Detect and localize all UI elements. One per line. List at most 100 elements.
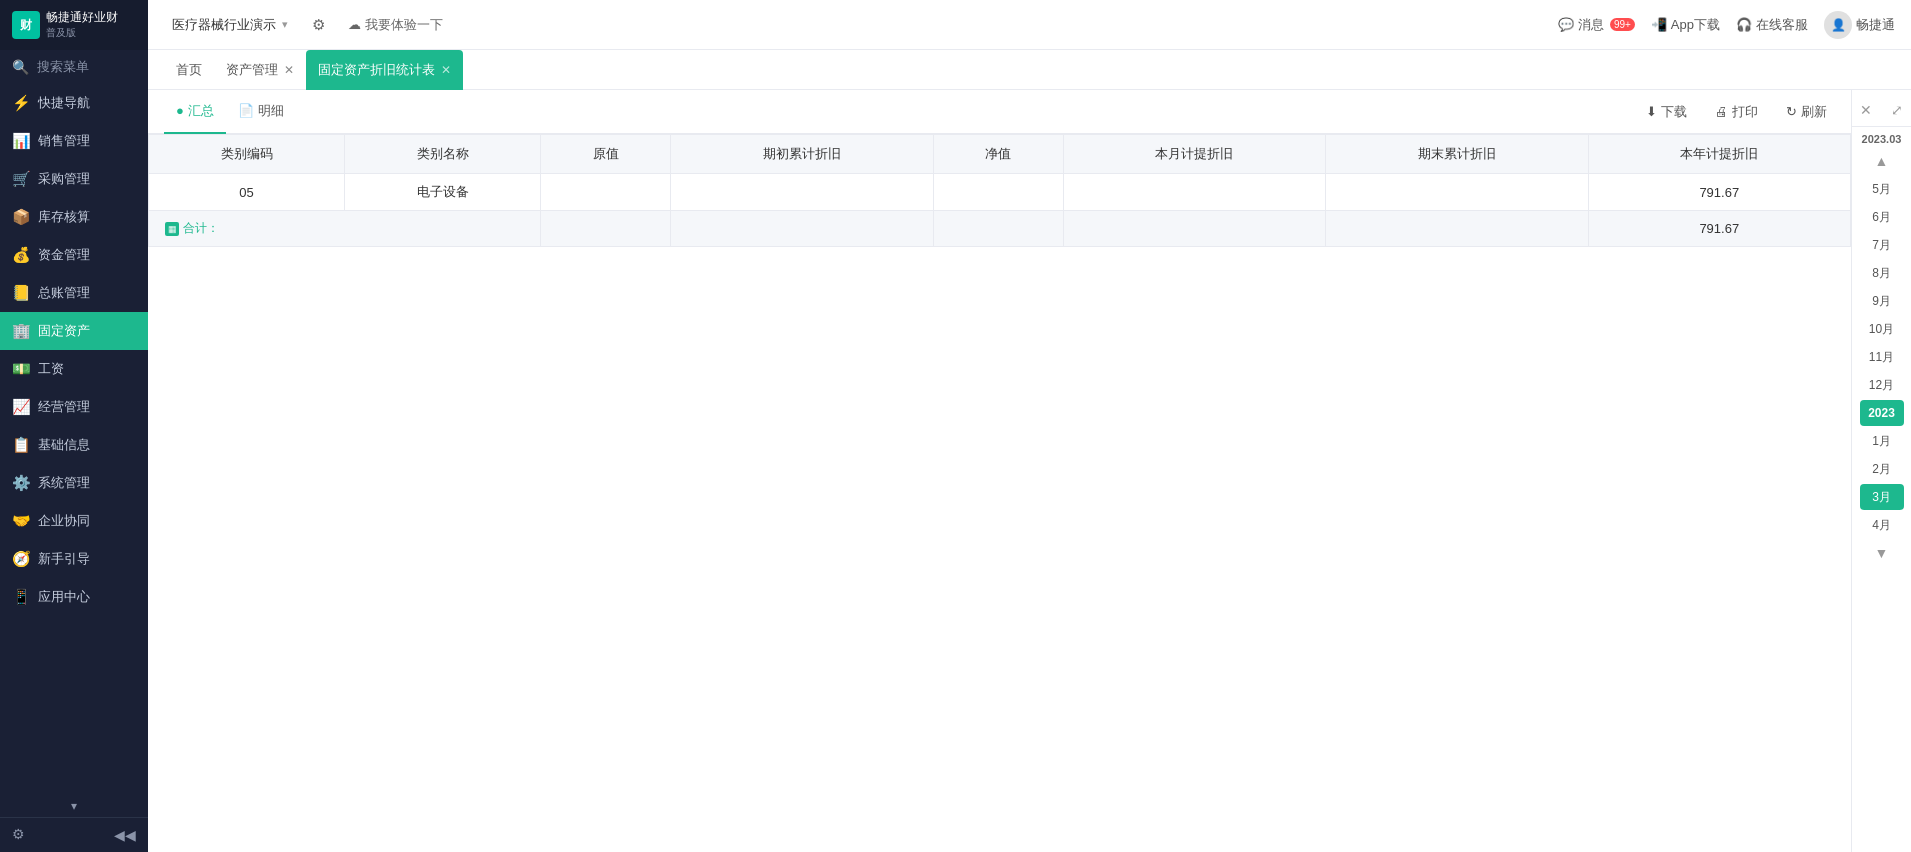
sidebar-item-label: 库存核算 xyxy=(38,208,90,226)
year-marker-2023[interactable]: 2023 xyxy=(1860,400,1904,426)
user-profile[interactable]: 👤 畅捷通 xyxy=(1824,11,1895,39)
tab-asset-mgmt-close-icon[interactable]: ✕ xyxy=(284,63,294,77)
col-net-value: 净值 xyxy=(933,135,1063,174)
sidebar-item-guide[interactable]: 🧭 新手引导 xyxy=(0,540,148,578)
sidebar-item-fund[interactable]: 💰 资金管理 xyxy=(0,236,148,274)
tab-depreciation-report[interactable]: 固定资产折旧统计表 ✕ xyxy=(306,50,463,90)
sub-tab-detail[interactable]: 📄 明细 xyxy=(226,90,296,134)
sidebar-item-purchase[interactable]: 🛒 采购管理 xyxy=(0,160,148,198)
sidebar: 财 畅捷通好业财 普及版 🔍 搜索菜单 ⚡ 快捷导航 📊 销售管理 🛒 采购管理… xyxy=(0,0,148,852)
sidebar-item-inventory[interactable]: 📦 库存核算 xyxy=(0,198,148,236)
month-3[interactable]: 3月 xyxy=(1860,484,1904,510)
sidebar-item-fixed-assets[interactable]: 🏢 固定资产 xyxy=(0,312,148,350)
print-label: 打印 xyxy=(1732,103,1758,121)
total-label-cell: ▦ 合计： xyxy=(149,211,541,247)
sidebar-item-app-center[interactable]: 📱 应用中心 xyxy=(0,578,148,616)
customer-service-label: 在线客服 xyxy=(1756,16,1808,34)
tab-home-label: 首页 xyxy=(176,61,202,79)
download-button[interactable]: ⬇ 下载 xyxy=(1638,99,1695,125)
download-label: 下载 xyxy=(1661,103,1687,121)
operations-icon: 📈 xyxy=(12,398,30,416)
month-12[interactable]: 12月 xyxy=(1860,372,1904,398)
header-settings-icon[interactable]: ⚙ xyxy=(304,11,332,39)
sidebar-item-operations[interactable]: 📈 经营管理 xyxy=(0,388,148,426)
table-row: 05 电子设备 791.67 xyxy=(149,174,1851,211)
tab-home[interactable]: 首页 xyxy=(164,50,214,90)
sidebar-scroll-down[interactable]: ▾ xyxy=(0,795,148,817)
app-download-button[interactable]: 📲 App下载 xyxy=(1651,16,1720,34)
print-button[interactable]: 🖨 打印 xyxy=(1707,99,1766,125)
col-original: 原值 xyxy=(541,135,671,174)
month-5[interactable]: 5月 xyxy=(1860,176,1904,202)
guide-icon: 🧭 xyxy=(12,550,30,568)
month-4[interactable]: 4月 xyxy=(1860,512,1904,538)
refresh-button[interactable]: ↻ 刷新 xyxy=(1778,99,1835,125)
sidebar-item-label: 经营管理 xyxy=(38,398,90,416)
sidebar-item-system[interactable]: ⚙️ 系统管理 xyxy=(0,464,148,502)
total-year-deprec: 791.67 xyxy=(1588,211,1850,247)
trial-label: 我要体验一下 xyxy=(365,16,443,34)
month-2[interactable]: 2月 xyxy=(1860,456,1904,482)
month-8[interactable]: 8月 xyxy=(1860,260,1904,286)
print-icon: 🖨 xyxy=(1715,104,1728,119)
panel-scroll-down[interactable]: ▼ xyxy=(1868,539,1896,567)
avatar: 👤 xyxy=(1824,11,1852,39)
trial-button[interactable]: ☁ 我要体验一下 xyxy=(348,16,443,34)
sidebar-logo: 财 畅捷通好业财 普及版 xyxy=(0,0,148,50)
sidebar-item-sales[interactable]: 📊 销售管理 xyxy=(0,122,148,160)
cell-name: 电子设备 xyxy=(345,174,541,211)
sidebar-item-basic-info[interactable]: 📋 基础信息 xyxy=(0,426,148,464)
sub-tab-summary-label: 汇总 xyxy=(188,102,214,120)
system-icon: ⚙️ xyxy=(12,474,30,492)
sidebar-item-label: 应用中心 xyxy=(38,588,90,606)
panel-close-icon[interactable]: ✕ xyxy=(1860,102,1872,118)
chevron-down-icon: ▾ xyxy=(282,18,288,31)
sidebar-item-label: 基础信息 xyxy=(38,436,90,454)
month-11[interactable]: 11月 xyxy=(1860,344,1904,370)
right-panel: ✕ ⤢ 2023.03 ▲ 5月 6月 7月 8月 9月 10月 11月 12月… xyxy=(1851,90,1911,852)
settings-gear-icon[interactable]: ⚙ xyxy=(12,826,30,844)
month-1[interactable]: 1月 xyxy=(1860,428,1904,454)
messages-label: 消息 xyxy=(1578,16,1604,34)
panel-expand-icon[interactable]: ⤢ xyxy=(1891,102,1903,118)
top-header: 医疗器械行业演示 ▾ ⚙ ☁ 我要体验一下 💬 消息 99+ 📲 App下载 🎧… xyxy=(148,0,1911,50)
cell-begin-accum xyxy=(671,174,933,211)
col-year-deprec: 本年计提折旧 xyxy=(1588,135,1850,174)
panel-scroll-up[interactable]: ▲ xyxy=(1868,147,1896,175)
sub-tab-summary[interactable]: ● 汇总 xyxy=(164,90,226,134)
month-6[interactable]: 6月 xyxy=(1860,204,1904,230)
logo-text: 畅捷通好业财 xyxy=(46,10,118,26)
quick-nav-icon: ⚡ xyxy=(12,94,30,112)
inventory-icon: 📦 xyxy=(12,208,30,226)
search-menu-item[interactable]: 🔍 搜索菜单 xyxy=(0,50,148,84)
sidebar-collapse-button[interactable]: ◀◀ xyxy=(114,827,136,843)
content-area: ● 汇总 📄 明细 ⬇ 下载 🖨 打印 xyxy=(148,90,1851,852)
fixed-assets-icon: 🏢 xyxy=(12,322,30,340)
customer-service-button[interactable]: 🎧 在线客服 xyxy=(1736,16,1808,34)
total-net-value xyxy=(933,211,1063,247)
tab-depreciation-label: 固定资产折旧统计表 xyxy=(318,61,435,79)
month-9[interactable]: 9月 xyxy=(1860,288,1904,314)
purchase-icon: 🛒 xyxy=(12,170,30,188)
fund-icon: 💰 xyxy=(12,246,30,264)
search-icon: 🔍 xyxy=(12,59,29,75)
basic-info-icon: 📋 xyxy=(12,436,30,454)
tabs-bar: 首页 资产管理 ✕ 固定资产折旧统计表 ✕ xyxy=(148,50,1911,90)
app-center-icon: 📱 xyxy=(12,588,30,606)
company-selector[interactable]: 医疗器械行业演示 ▾ xyxy=(164,12,296,38)
month-10[interactable]: 10月 xyxy=(1860,316,1904,342)
sidebar-item-enterprise[interactable]: 🤝 企业协同 xyxy=(0,502,148,540)
main-row: ● 汇总 📄 明细 ⬇ 下载 🖨 打印 xyxy=(148,90,1911,852)
sidebar-item-label: 系统管理 xyxy=(38,474,90,492)
sidebar-item-quick-nav[interactable]: ⚡ 快捷导航 xyxy=(0,84,148,122)
sidebar-item-ledger[interactable]: 📒 总账管理 xyxy=(0,274,148,312)
col-begin-accum: 期初累计折旧 xyxy=(671,135,933,174)
sidebar-item-label: 销售管理 xyxy=(38,132,90,150)
tab-depreciation-close-icon[interactable]: ✕ xyxy=(441,63,451,77)
messages-button[interactable]: 💬 消息 99+ xyxy=(1558,16,1635,34)
download-icon: ⬇ xyxy=(1646,104,1657,119)
sub-tabs: ● 汇总 📄 明细 ⬇ 下载 🖨 打印 xyxy=(148,90,1851,134)
sidebar-item-payroll[interactable]: 💵 工资 xyxy=(0,350,148,388)
month-7[interactable]: 7月 xyxy=(1860,232,1904,258)
tab-asset-mgmt[interactable]: 资产管理 ✕ xyxy=(214,50,306,90)
